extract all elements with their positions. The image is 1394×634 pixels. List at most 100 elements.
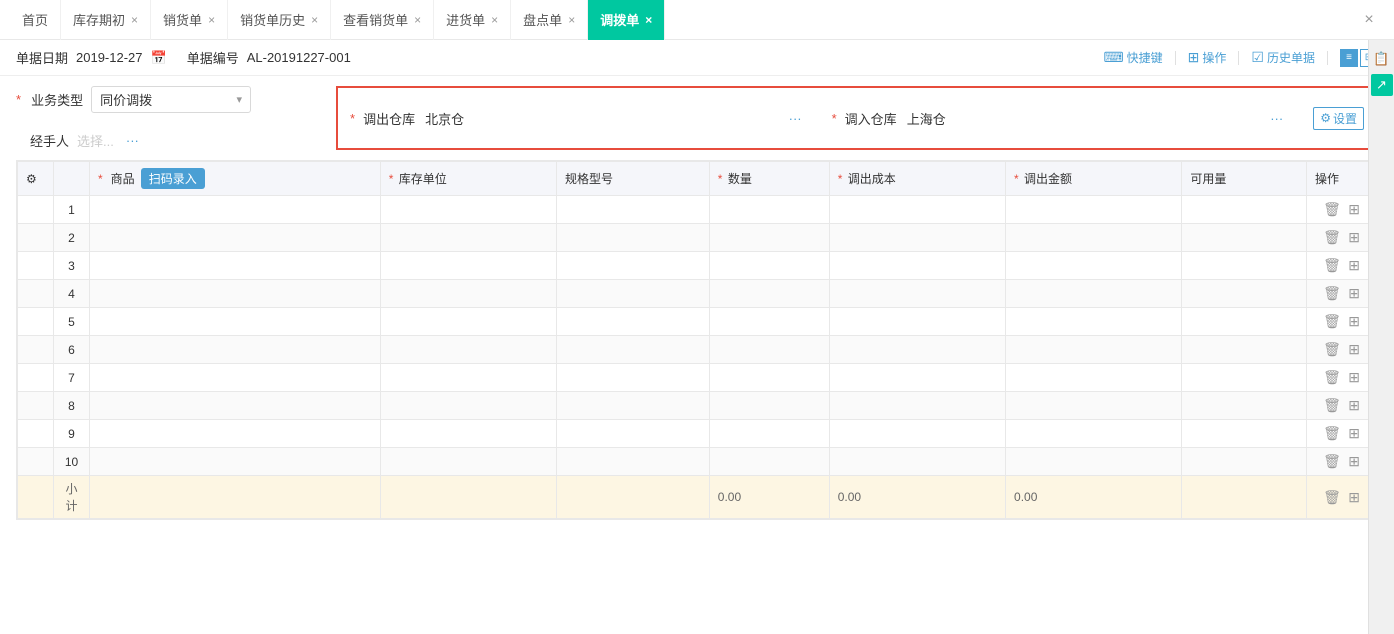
row-unit[interactable] [380,196,556,224]
row-transfer-amount[interactable] [1006,364,1182,392]
tab-inventory-init[interactable]: 库存期初 × [61,0,151,40]
tab-sales-history[interactable]: 销货单历史 × [228,0,331,40]
row-quantity[interactable] [709,252,829,280]
calendar-icon[interactable]: 📅 [151,50,167,66]
row-product[interactable] [90,196,381,224]
row-transfer-amount[interactable] [1006,196,1182,224]
row-unit[interactable] [380,308,556,336]
row-spec[interactable] [557,392,710,420]
row-transfer-cost[interactable] [829,420,1005,448]
row-transfer-cost[interactable] [829,280,1005,308]
row-copy-icon[interactable]: ⊞ [1348,313,1360,329]
row-quantity[interactable] [709,392,829,420]
tab-view-sales[interactable]: 查看销货单 × [331,0,434,40]
tab-home[interactable]: 首页 [10,0,61,40]
row-unit[interactable] [380,420,556,448]
row-transfer-amount[interactable] [1006,448,1182,476]
tab-purchase-order[interactable]: 进货单 × [434,0,511,40]
col-gear[interactable]: ⚙ [18,162,54,196]
row-copy-icon[interactable]: ⊞ [1348,229,1360,245]
row-transfer-amount[interactable] [1006,336,1182,364]
row-quantity[interactable] [709,420,829,448]
row-product[interactable] [90,336,381,364]
row-transfer-cost[interactable] [829,364,1005,392]
row-unit[interactable] [380,392,556,420]
row-transfer-amount[interactable] [1006,280,1182,308]
row-transfer-amount[interactable] [1006,392,1182,420]
row-delete-icon[interactable]: 🗑 [1323,453,1341,469]
tab-sales-order[interactable]: 销货单 × [151,0,228,40]
row-delete-icon[interactable]: 🗑 [1323,341,1341,357]
row-quantity[interactable] [709,448,829,476]
person-dots-icon[interactable]: ··· [126,133,139,148]
transfer-in-dots-icon[interactable]: ··· [1270,111,1283,126]
row-delete-icon[interactable]: 🗑 [1323,489,1341,505]
row-delete-icon[interactable]: 🗑 [1323,313,1341,329]
row-delete-icon[interactable]: 🗑 [1323,397,1341,413]
row-transfer-cost[interactable] [829,336,1005,364]
tab-inventory-init-close[interactable]: × [131,13,138,27]
row-quantity[interactable] [709,224,829,252]
business-type-select[interactable]: 同价调拨 ▾ [91,86,251,113]
row-transfer-amount[interactable] [1006,420,1182,448]
row-unit[interactable] [380,448,556,476]
sidebar-external-icon[interactable]: ↗ [1371,74,1393,96]
row-delete-icon[interactable]: 🗑 [1323,285,1341,301]
row-transfer-cost[interactable] [829,224,1005,252]
row-copy-icon[interactable]: ⊞ [1348,341,1360,357]
shortcuts-button[interactable]: ⌨ 快捷键 [1103,49,1162,66]
row-copy-icon[interactable]: ⊞ [1348,397,1360,413]
tab-sales-order-close[interactable]: × [208,13,215,27]
row-transfer-amount[interactable] [1006,252,1182,280]
row-product[interactable] [90,392,381,420]
transfer-out-dots-icon[interactable]: ··· [789,111,802,126]
row-spec[interactable] [557,308,710,336]
operations-button[interactable]: ⊞ 操作 [1188,49,1227,66]
row-unit[interactable] [380,224,556,252]
row-copy-icon[interactable]: ⊞ [1348,285,1360,301]
row-quantity[interactable] [709,280,829,308]
history-button[interactable]: ☑ 历史单据 [1251,49,1315,66]
row-transfer-cost[interactable] [829,308,1005,336]
tab-purchase-order-close[interactable]: × [491,13,498,27]
row-delete-icon[interactable]: 🗑 [1323,229,1341,245]
sidebar-note-icon[interactable]: 📋 [1371,48,1393,70]
row-transfer-cost[interactable] [829,196,1005,224]
scan-btn[interactable]: 扫码录入 [141,168,205,189]
row-copy-icon[interactable]: ⊞ [1348,369,1360,385]
row-unit[interactable] [380,336,556,364]
person-select[interactable]: 选择... [77,131,114,150]
row-product[interactable] [90,308,381,336]
row-spec[interactable] [557,196,710,224]
row-copy-icon[interactable]: ⊞ [1348,425,1360,441]
row-product[interactable] [90,364,381,392]
row-spec[interactable] [557,252,710,280]
row-quantity[interactable] [709,308,829,336]
row-delete-icon[interactable]: 🗑 [1323,201,1341,217]
row-spec[interactable] [557,280,710,308]
row-product[interactable] [90,448,381,476]
tab-inventory-count-close[interactable]: × [568,13,575,27]
row-delete-icon[interactable]: 🗑 [1323,425,1341,441]
row-quantity[interactable] [709,364,829,392]
row-transfer-cost[interactable] [829,448,1005,476]
row-copy-icon[interactable]: ⊞ [1348,201,1360,217]
row-delete-icon[interactable]: 🗑 [1323,257,1341,273]
window-close-button[interactable]: × [1354,5,1384,35]
tab-inventory-count[interactable]: 盘点单 × [511,0,588,40]
row-product[interactable] [90,280,381,308]
row-product[interactable] [90,252,381,280]
row-unit[interactable] [380,252,556,280]
layout-list-button[interactable]: ≡ [1340,49,1358,67]
row-product[interactable] [90,224,381,252]
row-spec[interactable] [557,336,710,364]
row-transfer-cost[interactable] [829,392,1005,420]
row-transfer-cost[interactable] [829,252,1005,280]
row-quantity[interactable] [709,196,829,224]
row-copy-icon[interactable]: ⊞ [1348,257,1360,273]
row-unit[interactable] [380,364,556,392]
row-product[interactable] [90,420,381,448]
row-unit[interactable] [380,280,556,308]
tab-view-sales-close[interactable]: × [414,13,421,27]
row-spec[interactable] [557,364,710,392]
